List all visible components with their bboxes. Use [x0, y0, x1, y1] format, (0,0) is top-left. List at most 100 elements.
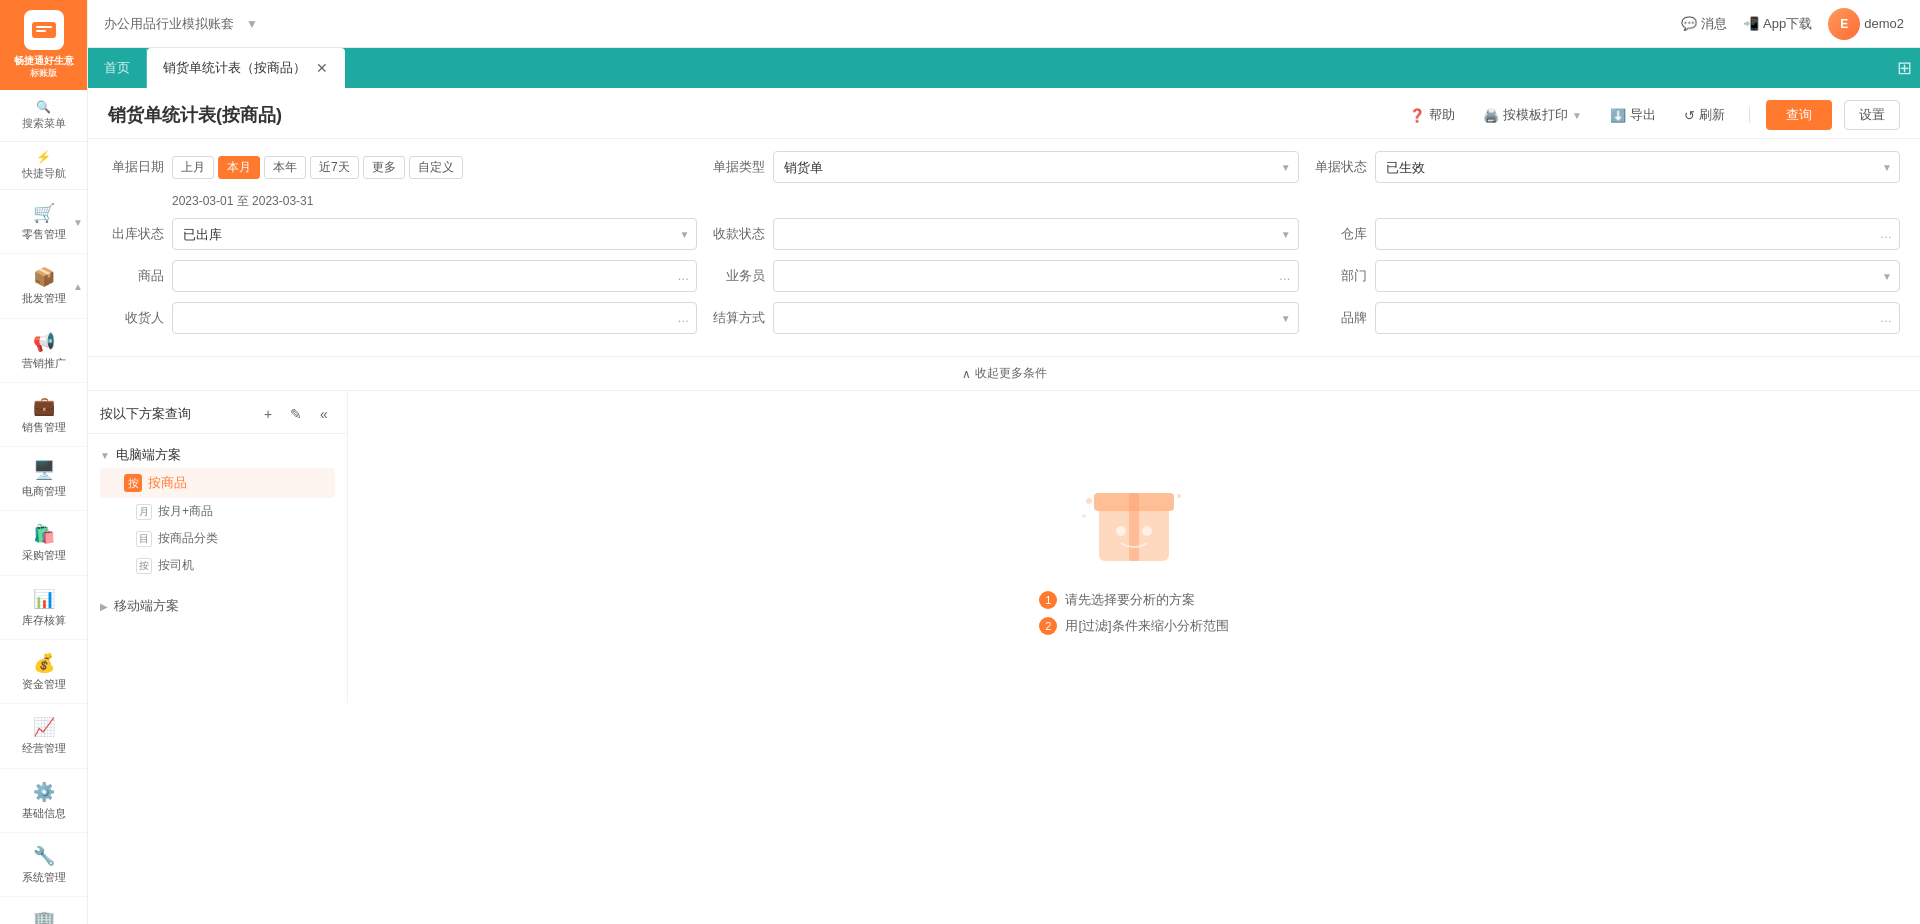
department-select[interactable] — [1375, 260, 1900, 292]
add-scheme-btn[interactable]: + — [257, 403, 279, 425]
filter-row-1: 单据日期 上月 本月 本年 近7天 更多 自定义 — [108, 151, 1900, 183]
recv-status-select[interactable] — [773, 218, 1298, 250]
warehouse-input[interactable] — [1375, 218, 1900, 250]
warehouse-dots-icon[interactable]: … — [1880, 227, 1892, 241]
product-dots-icon[interactable]: … — [677, 269, 689, 283]
export-label: 导出 — [1630, 106, 1656, 124]
date-label: 单据日期 — [108, 158, 164, 176]
main-area: 办公用品行业模拟账套 ▼ 💬 消息 📲 App下载 E demo2 首页 销货单… — [88, 0, 1920, 924]
refresh-btn[interactable]: ↺ 刷新 — [1676, 102, 1733, 128]
sidebar-item-enterprise[interactable]: 🏢 企业协同 — [0, 897, 87, 924]
filter-date-item: 单据日期 上月 本月 本年 近7天 更多 自定义 — [108, 156, 697, 179]
by-month-label: 按月+商品 — [158, 503, 213, 520]
settings-button[interactable]: 设置 — [1844, 100, 1900, 130]
tab-expand-btn[interactable]: ⊞ — [1897, 57, 1912, 79]
inventory-icon: 📊 — [33, 588, 55, 610]
doc-type-select[interactable]: 销货单 — [773, 151, 1298, 183]
message-btn[interactable]: 💬 消息 — [1681, 15, 1727, 33]
page-title: 销货单统计表(按商品) — [108, 103, 282, 127]
quick-nav-item[interactable]: ⚡ 快捷导航 — [0, 142, 87, 190]
enterprise-icon: 🏢 — [33, 909, 55, 924]
svg-point-10 — [1177, 494, 1181, 498]
svg-point-6 — [1116, 526, 1126, 536]
print-btn[interactable]: 🖨️ 按模板打印 ▼ — [1475, 102, 1590, 128]
date-this-month-btn[interactable]: 本月 — [218, 156, 260, 179]
page-inner: 销货单统计表(按商品) ❓ 帮助 🖨️ 按模板打印 ▼ ⬇️ 导出 — [88, 88, 1920, 924]
page-actions: ❓ 帮助 🖨️ 按模板打印 ▼ ⬇️ 导出 ↺ 刷新 — [1401, 100, 1900, 130]
hint-2-text: 用[过滤]条件来缩小分析范围 — [1065, 617, 1228, 635]
date-custom-btn[interactable]: 自定义 — [409, 156, 463, 179]
salesperson-input[interactable] — [773, 260, 1298, 292]
basics-icon: ⚙️ — [33, 781, 55, 803]
search-icon: 🔍 — [36, 100, 51, 114]
salesperson-dots-icon[interactable]: … — [1279, 269, 1291, 283]
receiver-dots-icon[interactable]: … — [677, 311, 689, 325]
brand-dots-icon[interactable]: … — [1880, 311, 1892, 325]
edit-scheme-btn[interactable]: ✎ — [285, 403, 307, 425]
help-btn[interactable]: ❓ 帮助 — [1401, 102, 1463, 128]
collapse-bar[interactable]: ∧ 收起更多条件 — [88, 357, 1920, 391]
date-last-month-btn[interactable]: 上月 — [172, 156, 214, 179]
filter-salesperson-item: 业务员 … — [709, 260, 1298, 292]
scheme-item-by-product[interactable]: 按 按商品 — [100, 468, 335, 498]
scheme-item-by-driver[interactable]: 按 按司机 — [100, 552, 335, 579]
warehouse-label: 仓库 — [1311, 225, 1367, 243]
tab-sales-stat[interactable]: 销货单统计表（按商品） ✕ — [147, 48, 345, 88]
receiver-input[interactable] — [172, 302, 697, 334]
date-more-btn[interactable]: 更多 — [363, 156, 405, 179]
right-panel: 1 请先选择要分析的方案 2 用[过滤]条件来缩小分析范围 — [348, 391, 1920, 703]
out-status-select[interactable]: 已出库 — [172, 218, 697, 250]
sidebar-item-ecommerce[interactable]: 🖥️ 电商管理 — [0, 447, 87, 511]
filter-recv-status-item: 收款状态 ▼ — [709, 218, 1298, 250]
procurement-icon: 🛍️ — [33, 523, 55, 545]
search-menu-item[interactable]: 🔍 搜索菜单 — [0, 90, 87, 142]
scheme-item-by-month-product[interactable]: 月 按月+商品 — [100, 498, 335, 525]
sidebar-item-procurement[interactable]: 🛍️ 采购管理 — [0, 511, 87, 575]
sidebar-item-retail[interactable]: 🛒 零售管理 ▼ — [0, 190, 87, 254]
export-btn[interactable]: ⬇️ 导出 — [1602, 102, 1664, 128]
sidebar-item-marketing[interactable]: 📢 营销推广 — [0, 319, 87, 383]
warehouse-control: … — [1375, 218, 1900, 250]
sidebar: 畅捷通好生意 标账版 🔍 搜索菜单 ⚡ 快捷导航 🛒 零售管理 ▼ 📦 批发管理… — [0, 0, 88, 924]
collapse-scheme-btn[interactable]: « — [313, 403, 335, 425]
finance-icon: 💰 — [33, 652, 55, 674]
user-profile[interactable]: E demo2 — [1828, 8, 1904, 40]
empty-illustration — [1074, 451, 1194, 571]
department-label: 部门 — [1311, 267, 1367, 285]
date-this-year-btn[interactable]: 本年 — [264, 156, 306, 179]
date-last7-btn[interactable]: 近7天 — [310, 156, 359, 179]
product-input[interactable] — [172, 260, 697, 292]
brand-control: … — [1375, 302, 1900, 334]
doc-status-select[interactable]: 已生效 — [1375, 151, 1900, 183]
brand-input[interactable] — [1375, 302, 1900, 334]
tab-home[interactable]: 首页 — [88, 48, 147, 88]
out-status-label: 出库状态 — [108, 225, 164, 243]
header-left: 办公用品行业模拟账套 ▼ — [104, 15, 262, 33]
empty-hint-1: 1 请先选择要分析的方案 — [1039, 591, 1228, 609]
print-dropdown-icon: ▼ — [1572, 110, 1582, 121]
sidebar-item-sales[interactable]: 💼 销售管理 — [0, 383, 87, 447]
pc-scheme-group: ▼ 电脑端方案 按 按商品 月 按月+商品 目 — [88, 434, 347, 587]
mobile-group-title[interactable]: ▶ 移动端方案 — [100, 591, 335, 621]
pc-scheme-group-title[interactable]: ▼ 电脑端方案 — [100, 442, 335, 468]
scheme-item-by-category[interactable]: 目 按商品分类 — [100, 525, 335, 552]
sidebar-item-basics[interactable]: ⚙️ 基础信息 — [0, 769, 87, 833]
mobile-group-label: 移动端方案 — [114, 597, 179, 615]
sidebar-item-system[interactable]: 🔧 系统管理 — [0, 833, 87, 897]
app-download-icon: 📲 — [1743, 16, 1759, 31]
sidebar-item-wholesale[interactable]: 📦 批发管理 ▲ — [0, 254, 87, 318]
help-icon: ❓ — [1409, 108, 1425, 123]
sidebar-item-finance[interactable]: 💰 资金管理 — [0, 640, 87, 704]
collapse-label: 收起更多条件 — [975, 365, 1047, 382]
app-download-btn[interactable]: 📲 App下载 — [1743, 15, 1812, 33]
filter-warehouse-item: 仓库 … — [1311, 218, 1900, 250]
sidebar-item-operations[interactable]: 📈 经营管理 — [0, 704, 87, 768]
tab-close-icon[interactable]: ✕ — [316, 60, 328, 76]
payment-select[interactable] — [773, 302, 1298, 334]
product-label: 商品 — [108, 267, 164, 285]
sidebar-item-inventory[interactable]: 📊 库存核算 — [0, 576, 87, 640]
page-content: 销货单统计表(按商品) ❓ 帮助 🖨️ 按模板打印 ▼ ⬇️ 导出 — [88, 88, 1920, 924]
message-icon: 💬 — [1681, 16, 1697, 31]
query-button[interactable]: 查询 — [1766, 100, 1832, 130]
collapse-scheme-icon: « — [320, 406, 328, 422]
